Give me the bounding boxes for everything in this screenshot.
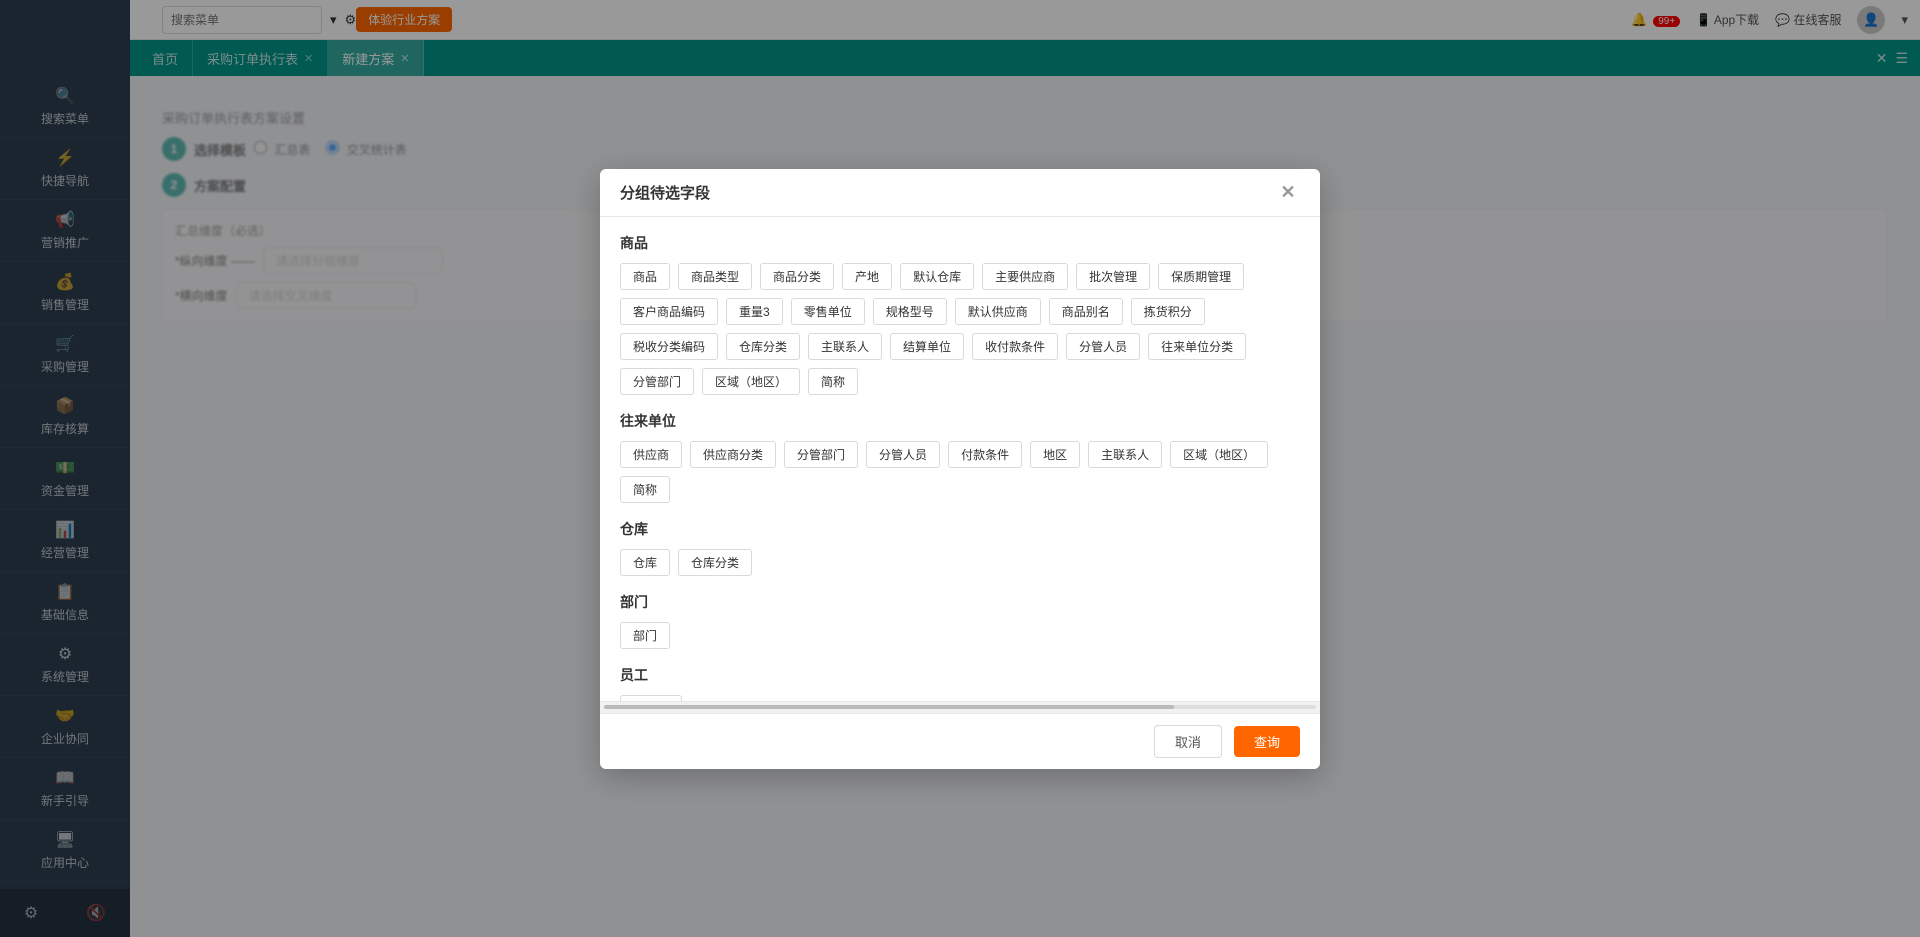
field-tag-1-7[interactable]: 区域（地区） (1170, 441, 1268, 468)
field-section-2: 仓库仓库仓库分类 (620, 519, 1300, 576)
field-tag-0-5[interactable]: 主要供应商 (982, 263, 1068, 290)
field-tag-0-11[interactable]: 规格型号 (873, 298, 947, 325)
field-tags-1: 供应商供应商分类分管部门分管人员付款条件地区主联系人区域（地区） 简称 (620, 441, 1300, 503)
section-title-1: 往来单位 (620, 411, 1300, 431)
field-tag-0-14[interactable]: 拣货积分 (1131, 298, 1205, 325)
field-tag-0-2[interactable]: 商品分类 (760, 263, 834, 290)
section-title-3: 部门 (620, 592, 1300, 612)
field-tag-0-8[interactable]: 客户商品编码 (620, 298, 718, 325)
field-tag-1-2[interactable]: 分管部门 (784, 441, 858, 468)
section-title-2: 仓库 (620, 519, 1300, 539)
modal-header: 分组待选字段 ✕ (600, 169, 1320, 217)
field-section-0: 商品商品商品类型商品分类产地默认仓库主要供应商批次管理保质期管理客户商品编码重量… (620, 233, 1300, 395)
field-tag-0-23[interactable]: 区域（地区） (702, 368, 800, 395)
field-tag-0-19[interactable]: 收付款条件 (972, 333, 1058, 360)
field-tag-0-4[interactable]: 默认仓库 (900, 263, 974, 290)
field-tag-1-3[interactable]: 分管人员 (866, 441, 940, 468)
modal-close-btn[interactable]: ✕ (1276, 180, 1300, 204)
field-tag-3-0[interactable]: 部门 (620, 622, 670, 649)
field-tag-1-5[interactable]: 地区 (1030, 441, 1080, 468)
field-tags-0: 商品商品类型商品分类产地默认仓库主要供应商批次管理保质期管理客户商品编码重量3 零… (620, 263, 1300, 395)
confirm-button[interactable]: 查询 (1234, 726, 1300, 757)
field-tag-0-9[interactable]: 重量3 (726, 298, 783, 325)
field-tag-1-8[interactable]: 简称 (620, 476, 670, 503)
field-tags-3: 部门 (620, 622, 1300, 649)
modal-dialog: 分组待选字段 ✕ 商品商品商品类型商品分类产地默认仓库主要供应商批次管理保质期管… (600, 169, 1320, 769)
field-tag-0-20[interactable]: 分管人员 (1066, 333, 1140, 360)
field-tag-1-0[interactable]: 供应商 (620, 441, 682, 468)
field-tag-0-6[interactable]: 批次管理 (1076, 263, 1150, 290)
field-tag-0-10[interactable]: 零售单位 (791, 298, 865, 325)
field-tag-0-15[interactable]: 税收分类编码 (620, 333, 718, 360)
field-tag-0-18[interactable]: 结算单位 (890, 333, 964, 360)
modal-hscroll[interactable] (600, 701, 1320, 713)
field-tag-0-16[interactable]: 仓库分类 (726, 333, 800, 360)
modal-body: 商品商品商品类型商品分类产地默认仓库主要供应商批次管理保质期管理客户商品编码重量… (600, 217, 1320, 701)
field-tag-0-7[interactable]: 保质期管理 (1158, 263, 1244, 290)
field-tag-1-4[interactable]: 付款条件 (948, 441, 1022, 468)
field-tag-0-22[interactable]: 分管部门 (620, 368, 694, 395)
section-title-4: 员工 (620, 665, 1300, 685)
field-section-1: 往来单位供应商供应商分类分管部门分管人员付款条件地区主联系人区域（地区） 简称 (620, 411, 1300, 503)
field-tag-0-12[interactable]: 默认供应商 (955, 298, 1041, 325)
section-title-0: 商品 (620, 233, 1300, 253)
field-tag-1-6[interactable]: 主联系人 (1088, 441, 1162, 468)
field-section-3: 部门部门 (620, 592, 1300, 649)
field-tag-0-1[interactable]: 商品类型 (678, 263, 752, 290)
field-section-4: 员工业务员 (620, 665, 1300, 701)
field-tag-0-24[interactable]: 简称 (808, 368, 858, 395)
modal-overlay: 分组待选字段 ✕ 商品商品商品类型商品分类产地默认仓库主要供应商批次管理保质期管… (0, 0, 1920, 937)
field-tag-2-1[interactable]: 仓库分类 (678, 549, 752, 576)
field-tag-0-21[interactable]: 往来单位分类 (1148, 333, 1246, 360)
modal-footer: 取消 查询 (600, 713, 1320, 769)
field-tag-0-0[interactable]: 商品 (620, 263, 670, 290)
field-tag-2-0[interactable]: 仓库 (620, 549, 670, 576)
field-tags-2: 仓库仓库分类 (620, 549, 1300, 576)
field-tag-1-1[interactable]: 供应商分类 (690, 441, 776, 468)
field-tag-0-17[interactable]: 主联系人 (808, 333, 882, 360)
field-tag-0-13[interactable]: 商品别名 (1049, 298, 1123, 325)
modal-title: 分组待选字段 (620, 182, 710, 203)
cancel-button[interactable]: 取消 (1154, 725, 1222, 758)
field-tag-0-3[interactable]: 产地 (842, 263, 892, 290)
